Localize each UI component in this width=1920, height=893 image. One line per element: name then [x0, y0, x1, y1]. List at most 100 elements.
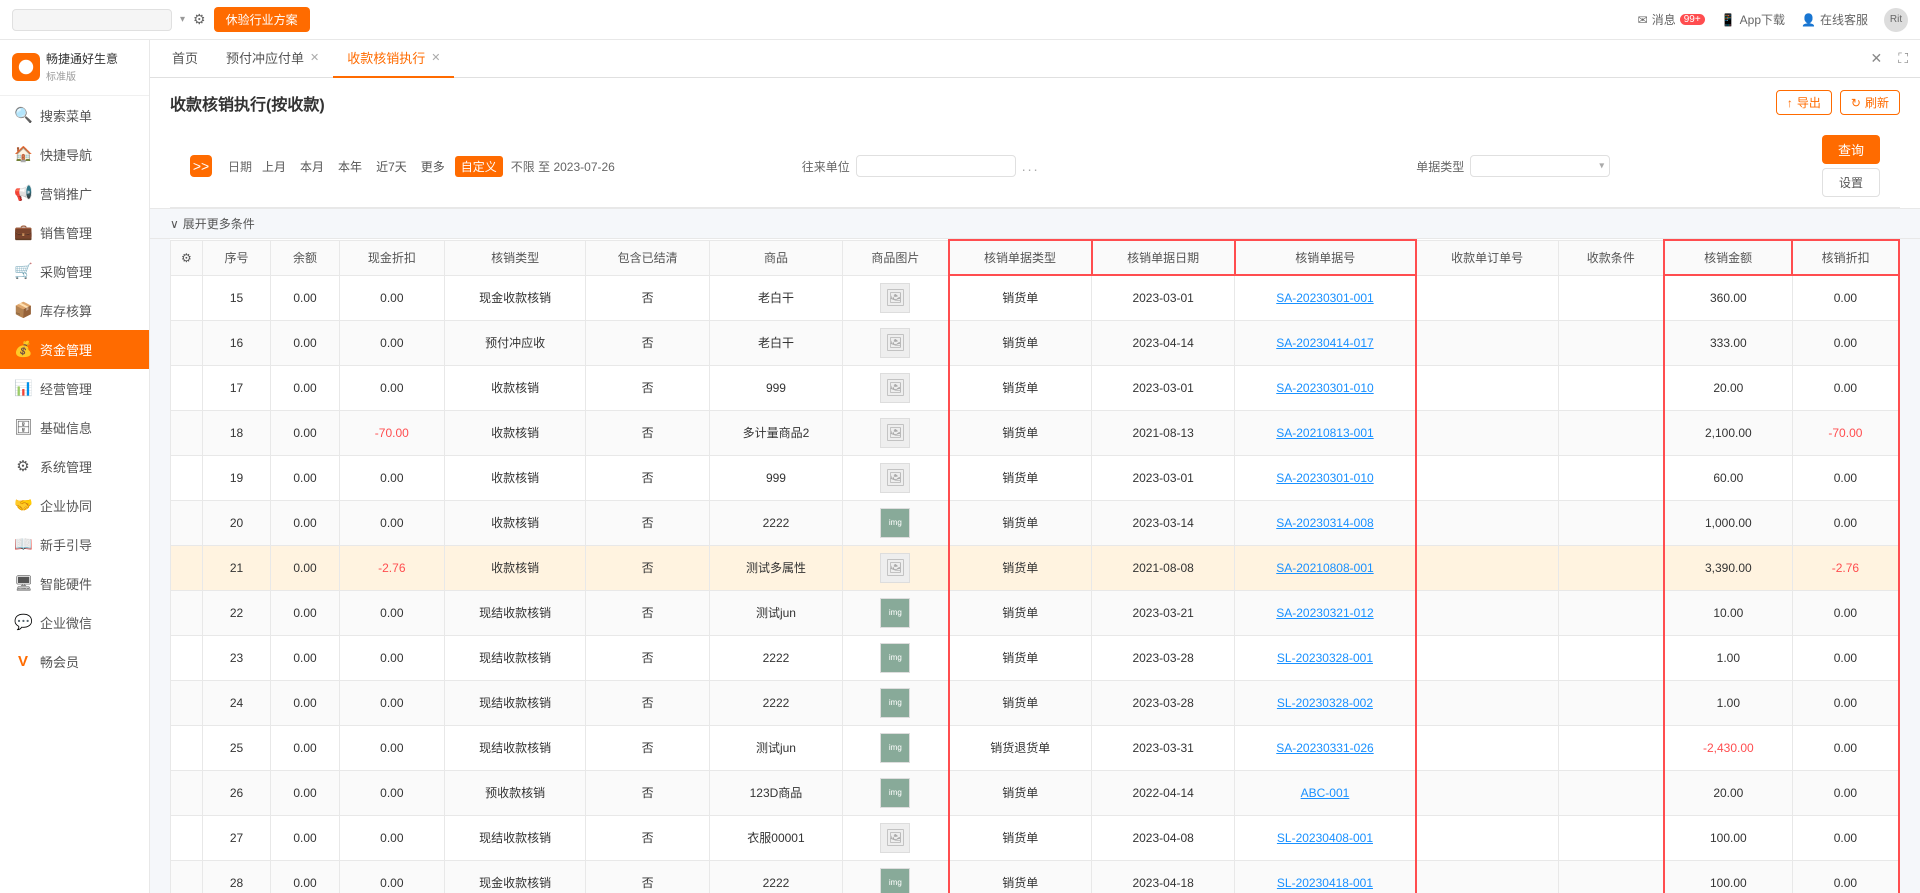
sidebar-item-vip[interactable]: V 畅会员: [0, 642, 149, 681]
col-bill-no[interactable]: SL-20230328-001: [1235, 635, 1416, 680]
tab-receipt-close[interactable]: ✕: [431, 51, 440, 64]
bill-no-link[interactable]: SA-20230314-008: [1276, 516, 1373, 530]
bill-no-link[interactable]: SA-20230321-012: [1276, 606, 1373, 620]
message-item[interactable]: ✉ 消息 99+: [1638, 11, 1705, 28]
sidebar-item-base[interactable]: 🗄 基础信息: [0, 408, 149, 447]
col-header-gear[interactable]: ⚙: [171, 240, 203, 275]
col-bill-no[interactable]: SL-20230408-001: [1235, 815, 1416, 860]
bill-no-link[interactable]: ABC-001: [1301, 786, 1350, 800]
col-settled: 否: [586, 815, 709, 860]
col-balance: 0.00: [271, 860, 340, 893]
settings-button[interactable]: 设置: [1822, 168, 1880, 197]
user-avatar[interactable]: Rit: [1884, 8, 1908, 32]
logo-text-group: 畅捷通好生意 标准版: [46, 52, 118, 83]
bill-no-link[interactable]: SL-20230408-001: [1277, 831, 1373, 845]
search-icon: 🔍: [14, 106, 32, 124]
tab-receipt[interactable]: 收款核销执行 ✕: [333, 40, 454, 78]
sidebar-item-nav[interactable]: 🏠 快捷导航: [0, 135, 149, 174]
date-this-year-button[interactable]: 本年: [334, 156, 366, 177]
col-goods: 2222: [709, 680, 842, 725]
tab-home[interactable]: 首页: [158, 40, 212, 78]
col-bill-no[interactable]: SA-20210808-001: [1235, 545, 1416, 590]
col-verify-amount: -2,430.00: [1664, 725, 1792, 770]
bill-no-link[interactable]: SA-20230301-010: [1276, 471, 1373, 485]
sidebar-item-sales[interactable]: 💼 销售管理: [0, 213, 149, 252]
sidebar-item-inventory[interactable]: 📦 库存核算: [0, 291, 149, 330]
top-search-input[interactable]: [12, 9, 172, 31]
col-bill-no[interactable]: SA-20230314-008: [1235, 500, 1416, 545]
col-bill-no[interactable]: SA-20230321-012: [1235, 590, 1416, 635]
col-bill-no[interactable]: SA-20230301-010: [1235, 455, 1416, 500]
table-area[interactable]: ⚙ 序号 余额 现金折扣 核销类型 包含已结清 商品 商品图片 核销单据类型 核…: [150, 239, 1920, 893]
col-bill-no[interactable]: SL-20230328-002: [1235, 680, 1416, 725]
bill-no-link[interactable]: SA-20230301-001: [1276, 291, 1373, 305]
col-num: 18: [202, 410, 271, 455]
col-verify-type: 现金收款核销: [444, 860, 586, 893]
bill-no-link[interactable]: SA-20230331-026: [1276, 741, 1373, 755]
bill-no-link[interactable]: SA-20230414-017: [1276, 336, 1373, 350]
sidebar-item-search[interactable]: 🔍 搜索菜单: [0, 96, 149, 135]
export-button[interactable]: ↑ 导出: [1776, 90, 1832, 115]
col-verify-discount: -2.76: [1792, 545, 1899, 590]
date-custom-button[interactable]: 自定义: [455, 156, 503, 177]
receipt-type-select[interactable]: [1470, 155, 1610, 177]
col-verify-type: 现金收款核销: [444, 275, 586, 320]
col-goods: 2222: [709, 860, 842, 893]
tab-receipt-label: 收款核销执行: [347, 48, 425, 67]
date-this-month-button[interactable]: 本月: [296, 156, 328, 177]
refresh-button[interactable]: ↻ 刷新: [1840, 90, 1900, 115]
date-last-month-button[interactable]: 上月: [258, 156, 290, 177]
col-bill-no[interactable]: ABC-001: [1235, 770, 1416, 815]
sidebar-item-guide[interactable]: 📖 新手引导: [0, 525, 149, 564]
top-gear-icon[interactable]: ⚙: [193, 11, 206, 28]
col-goods-img: 🖼: [843, 410, 949, 455]
sidebar-label-system: 系统管理: [40, 457, 92, 476]
tab-maximize-button[interactable]: ⛶: [1894, 48, 1912, 69]
app-download-item[interactable]: 📱 App下载: [1721, 11, 1785, 28]
goods-image: img: [880, 508, 910, 538]
bill-no-link[interactable]: SA-20230301-010: [1276, 381, 1373, 395]
from-unit-input[interactable]: [856, 155, 1016, 177]
col-bill-no[interactable]: SL-20230418-001: [1235, 860, 1416, 893]
col-bill-date: 2023-03-14: [1092, 500, 1235, 545]
sidebar-item-system[interactable]: ⚙ 系统管理: [0, 447, 149, 486]
col-bill-no[interactable]: SA-20230414-017: [1235, 320, 1416, 365]
sidebar-item-management[interactable]: 📊 经营管理: [0, 369, 149, 408]
col-bill-no[interactable]: SA-20230301-001: [1235, 275, 1416, 320]
tab-prepay-close[interactable]: ✕: [310, 51, 319, 64]
col-header-bill-type: 核销单据类型: [949, 240, 1092, 275]
filter-expand-button[interactable]: >>: [190, 155, 212, 177]
sidebar-label-management: 经营管理: [40, 379, 92, 398]
bill-no-link[interactable]: SA-20210808-001: [1276, 561, 1373, 575]
col-settled: 否: [586, 770, 709, 815]
expand-more-button[interactable]: ∨ 展开更多条件: [170, 215, 255, 232]
bill-no-link[interactable]: SL-20230328-001: [1277, 651, 1373, 665]
online-service-item[interactable]: 👤 在线客服: [1801, 11, 1868, 28]
bill-no-link[interactable]: SA-20210813-001: [1276, 426, 1373, 440]
sidebar-item-marketing[interactable]: 📢 营销推广: [0, 174, 149, 213]
col-bill-no[interactable]: SA-20230331-026: [1235, 725, 1416, 770]
col-bill-no[interactable]: SA-20210813-001: [1235, 410, 1416, 455]
goods-image: img: [880, 598, 910, 628]
query-button[interactable]: 查询: [1822, 135, 1880, 164]
sidebar-item-purchase[interactable]: 🛒 采购管理: [0, 252, 149, 291]
col-receipt-order: [1416, 860, 1558, 893]
table-body: 15 0.00 0.00 现金收款核销 否 老白干 🖼 销货单 2023-03-…: [171, 275, 1900, 893]
sidebar-item-wechat[interactable]: 💬 企业微信: [0, 603, 149, 642]
sidebar-label-hardware: 智能硬件: [40, 574, 92, 593]
top-search-chevron-icon[interactable]: ▾: [180, 14, 185, 25]
col-bill-no[interactable]: SA-20230301-010: [1235, 365, 1416, 410]
bill-no-link[interactable]: SL-20230418-001: [1277, 876, 1373, 890]
sidebar-label-purchase: 采购管理: [40, 262, 92, 281]
bill-no-link[interactable]: SL-20230328-002: [1277, 696, 1373, 710]
date-more-button[interactable]: 更多: [417, 156, 449, 177]
tab-close-window-button[interactable]: ✕: [1866, 48, 1886, 69]
date-7days-button[interactable]: 近7天: [372, 156, 411, 177]
sidebar-item-hardware[interactable]: 🖥 智能硬件: [0, 564, 149, 603]
tab-prepay[interactable]: 预付冲应付单 ✕: [212, 40, 333, 78]
col-verify-type: 预付冲应收: [444, 320, 586, 365]
solution-button[interactable]: 休验行业方案: [214, 7, 310, 32]
sidebar-item-collab[interactable]: 🤝 企业协同: [0, 486, 149, 525]
sidebar-item-finance[interactable]: 💰 资金管理: [0, 330, 149, 369]
table-row: 17 0.00 0.00 收款核销 否 999 🖼 销货单 2023-03-01…: [171, 365, 1900, 410]
